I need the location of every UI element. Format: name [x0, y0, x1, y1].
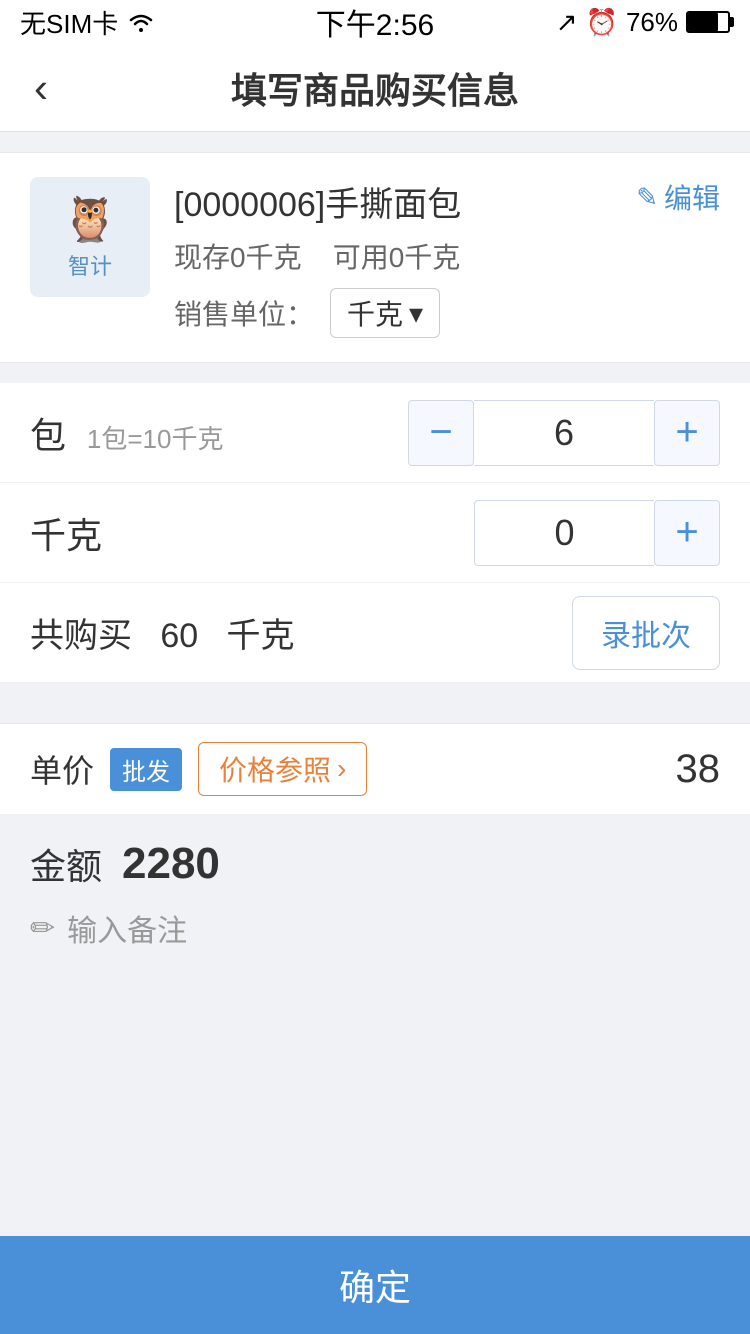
product-card: 🦉 智计 [0000006]手撕面包 现存0千克 可用0千克 销售单位： 千克 … — [0, 152, 750, 363]
kg-label: 千克 — [30, 515, 102, 556]
package-decrement-button[interactable]: − — [408, 400, 474, 466]
remark-edit-icon: ✏ — [30, 911, 55, 946]
record-batch-button[interactable]: 录批次 — [572, 596, 720, 670]
unit-dropdown-icon: ▾ — [409, 297, 423, 330]
package-sublabel: 1包=10千克 — [87, 424, 224, 454]
carrier-label: 无SIM卡 — [20, 4, 118, 41]
edit-icon: ✎ — [636, 182, 658, 213]
section-divider-1 — [0, 363, 750, 383]
price-section: 单价 批发 价格参照 › 38 — [0, 723, 750, 814]
kg-input[interactable] — [474, 500, 654, 566]
package-stepper: − + — [408, 400, 720, 466]
nav-bar: ‹ 填写商品购买信息 — [0, 44, 750, 132]
kg-stepper: + — [474, 500, 720, 566]
kg-input-row: 千克 + — [0, 483, 750, 583]
stock-label: 现存0千克 — [174, 242, 302, 273]
product-logo-text: 智计 — [68, 249, 112, 281]
remark-placeholder: 输入备注 — [67, 906, 187, 950]
kg-increment-button[interactable]: + — [654, 500, 720, 566]
location-icon: ↗ — [556, 7, 578, 38]
remark-row[interactable]: ✏ 输入备注 — [30, 906, 720, 950]
status-bar: 无SIM卡 下午2:56 ↗ ⏰ 76% — [0, 0, 750, 44]
amount-section: 金额 2280 ✏ 输入备注 — [0, 814, 750, 970]
total-amount: 60 — [160, 617, 198, 655]
total-unit: 千克 — [227, 617, 295, 655]
amount-row: 金额 2280 — [30, 838, 720, 890]
price-row: 单价 批发 价格参照 › 38 — [30, 724, 720, 814]
page-title: 填写商品购买信息 — [231, 62, 519, 114]
unit-label: 销售单位： — [174, 293, 314, 333]
amount-label: 金额 — [30, 838, 102, 890]
confirm-bar[interactable]: 确定 — [0, 1236, 750, 1334]
price-value: 38 — [676, 747, 721, 792]
price-ref-arrow-icon: › — [337, 753, 346, 785]
status-bar-left: 无SIM卡 — [20, 4, 156, 41]
unit-select[interactable]: 千克 ▾ — [330, 288, 440, 338]
bottom-spacer — [0, 970, 750, 1270]
available-label: 可用0千克 — [333, 242, 461, 273]
total-label: 共购买 60 千克 — [30, 608, 295, 657]
price-ref-label: 价格参照 — [219, 749, 331, 789]
product-stock: 现存0千克 可用0千克 — [174, 236, 720, 276]
price-ref-button[interactable]: 价格参照 › — [198, 742, 367, 796]
package-input-row: 包 1包=10千克 − + — [0, 383, 750, 483]
alarm-icon: ⏰ — [586, 7, 618, 38]
kg-label-group: 千克 — [30, 507, 474, 559]
input-section: 包 1包=10千克 − + 千克 + 共购买 60 千克 录批次 — [0, 383, 750, 683]
price-tag-batch: 批发 — [110, 748, 182, 791]
package-increment-button[interactable]: + — [654, 400, 720, 466]
edit-button[interactable]: ✎ 编辑 — [636, 177, 720, 217]
unit-value: 千克 — [347, 293, 403, 333]
battery-icon — [686, 11, 730, 33]
product-unit-row: 销售单位： 千克 ▾ — [174, 288, 720, 338]
battery-percentage: 76% — [626, 7, 678, 38]
product-thumbnail: 🦉 智计 — [30, 177, 150, 297]
package-input[interactable] — [474, 400, 654, 466]
status-bar-right: ↗ ⏰ 76% — [556, 7, 730, 38]
total-row: 共购买 60 千克 录批次 — [0, 583, 750, 683]
edit-label: 编辑 — [664, 177, 720, 217]
package-label-group: 包 1包=10千克 — [30, 407, 408, 459]
amount-value: 2280 — [122, 839, 220, 889]
section-divider-2 — [0, 683, 750, 703]
status-bar-time: 下午2:56 — [316, 0, 434, 44]
price-label: 单价 — [30, 746, 94, 792]
wifi-icon — [126, 11, 156, 33]
total-prefix: 共购买 — [30, 617, 132, 655]
package-label: 包 — [30, 415, 66, 456]
back-button[interactable]: ‹ — [24, 54, 58, 122]
product-logo-icon: 🦉 — [63, 193, 118, 245]
confirm-button-label: 确定 — [339, 1259, 411, 1311]
